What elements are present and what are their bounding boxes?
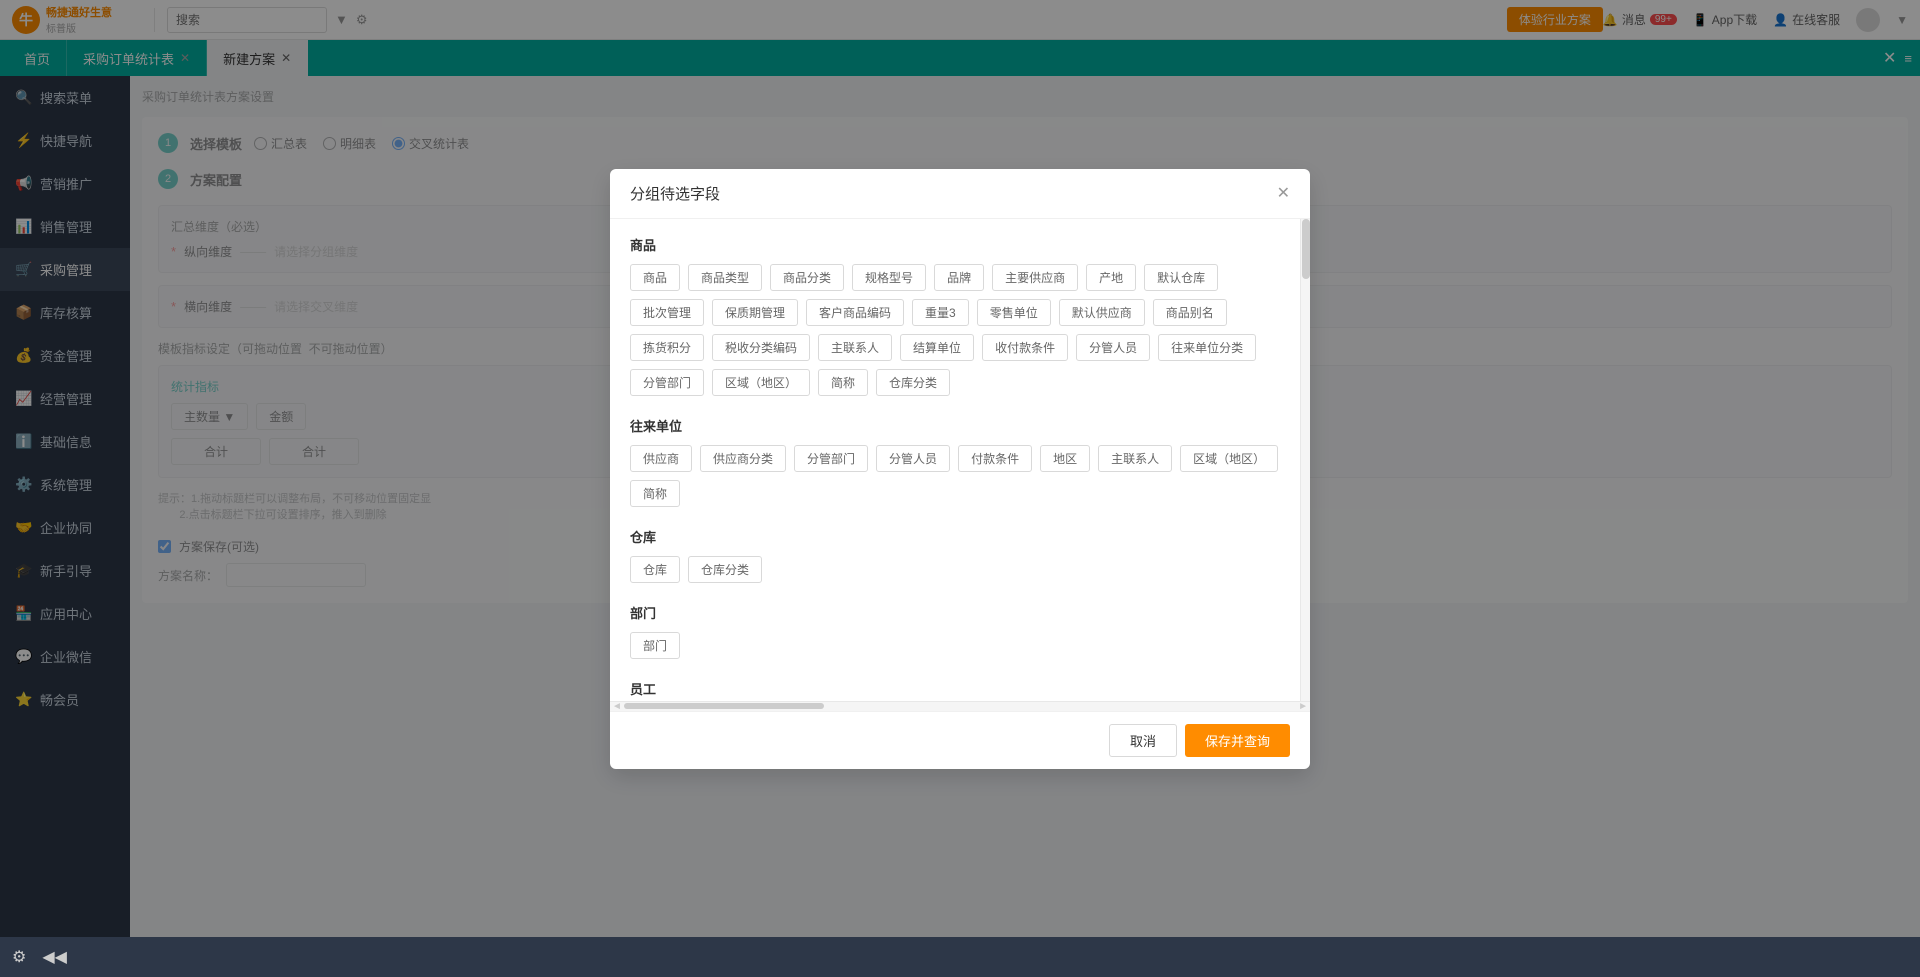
modal-scrollbar[interactable] [1300,219,1310,701]
partner-fields: 供应商 供应商分类 分管部门 分管人员 付款条件 地区 主联系人 区域（地区） … [630,445,1280,507]
section-employee: 员工 业务员 [630,679,1280,701]
modal-close-btn[interactable]: ✕ [1277,183,1290,203]
field-payment-cond[interactable]: 付款条件 [958,445,1032,472]
section-dept-title: 部门 [630,603,1280,622]
field-default-warehouse[interactable]: 默认仓库 [1144,264,1218,291]
confirm-button[interactable]: 保存并查询 [1185,724,1290,757]
h-scroll-thumb [624,703,824,709]
section-employee-title: 员工 [630,679,1280,698]
field-main-contact[interactable]: 主联系人 [818,334,892,361]
field-brand[interactable]: 品牌 [934,264,984,291]
field-partner-person[interactable]: 分管人员 [876,445,950,472]
scroll-thumb [1302,219,1310,279]
section-product: 商品 商品 商品类型 商品分类 规格型号 品牌 主要供应商 产地 默认仓库 批次… [630,235,1280,396]
dept-fields: 部门 [630,632,1280,659]
section-partner: 往来单位 供应商 供应商分类 分管部门 分管人员 付款条件 地区 主联系人 区域… [630,416,1280,507]
field-product-alias[interactable]: 商品别名 [1153,299,1227,326]
bottom-settings-icon[interactable]: ⚙ [12,947,26,967]
field-weight3[interactable]: 重量3 [912,299,969,326]
modal-body: 商品 商品 商品类型 商品分类 规格型号 品牌 主要供应商 产地 默认仓库 批次… [610,219,1300,701]
warehouse-fields: 仓库 仓库分类 [630,556,1280,583]
field-main-supplier[interactable]: 主要供应商 [992,264,1078,291]
field-pick-score[interactable]: 拣货积分 [630,334,704,361]
field-default-supplier[interactable]: 默认供应商 [1059,299,1145,326]
field-supervisor[interactable]: 分管人员 [1076,334,1150,361]
field-product-category[interactable]: 商品分类 [770,264,844,291]
field-main-contact2[interactable]: 主联系人 [1098,445,1172,472]
field-dept-mgmt[interactable]: 分管部门 [630,369,704,396]
field-area[interactable]: 地区 [1040,445,1090,472]
section-warehouse: 仓库 仓库 仓库分类 [630,527,1280,583]
section-partner-title: 往来单位 [630,416,1280,435]
modal-h-scrollbar[interactable]: ◄ ► [610,701,1310,711]
field-region[interactable]: 区域（地区） [712,369,810,396]
section-dept: 部门 部门 [630,603,1280,659]
cancel-button[interactable]: 取消 [1109,724,1177,757]
bottom-audio-icon[interactable]: ◀◀ [42,947,67,967]
field-supplier-cat[interactable]: 供应商分类 [700,445,786,472]
field-partner-category[interactable]: 往来单位分类 [1158,334,1256,361]
section-warehouse-title: 仓库 [630,527,1280,546]
field-supplier[interactable]: 供应商 [630,445,692,472]
modal-overlay: 分组待选字段 ✕ 商品 商品 商品类型 商品分类 规格型号 品牌 主要供应商 产… [0,0,1920,937]
field-warehouse-category[interactable]: 仓库分类 [688,556,762,583]
field-retail-unit[interactable]: 零售单位 [977,299,1051,326]
field-tax-code[interactable]: 税收分类编码 [712,334,810,361]
field-shelf-life[interactable]: 保质期管理 [712,299,798,326]
field-payment-terms[interactable]: 收付款条件 [982,334,1068,361]
field-customer-code[interactable]: 客户商品编码 [806,299,904,326]
field-settlement-unit[interactable]: 结算单位 [900,334,974,361]
field-product-type[interactable]: 商品类型 [688,264,762,291]
field-selection-modal: 分组待选字段 ✕ 商品 商品 商品类型 商品分类 规格型号 品牌 主要供应商 产… [610,169,1310,769]
modal-header: 分组待选字段 ✕ [610,169,1310,219]
bottom-bar: ⚙ ◀◀ [0,937,1920,977]
field-dept[interactable]: 部门 [630,632,680,659]
product-fields: 商品 商品类型 商品分类 规格型号 品牌 主要供应商 产地 默认仓库 批次管理 … [630,264,1280,396]
field-partner-dept[interactable]: 分管部门 [794,445,868,472]
field-abbr2[interactable]: 简称 [630,480,680,507]
field-batch-mgmt[interactable]: 批次管理 [630,299,704,326]
field-spec-model[interactable]: 规格型号 [852,264,926,291]
field-warehouse-cat[interactable]: 仓库分类 [876,369,950,396]
modal-footer: 取消 保存并查询 [610,711,1310,769]
field-product[interactable]: 商品 [630,264,680,291]
section-product-title: 商品 [630,235,1280,254]
modal-title: 分组待选字段 [630,183,720,204]
field-abbr[interactable]: 简称 [818,369,868,396]
field-origin[interactable]: 产地 [1086,264,1136,291]
field-region2[interactable]: 区域（地区） [1180,445,1278,472]
field-warehouse[interactable]: 仓库 [630,556,680,583]
